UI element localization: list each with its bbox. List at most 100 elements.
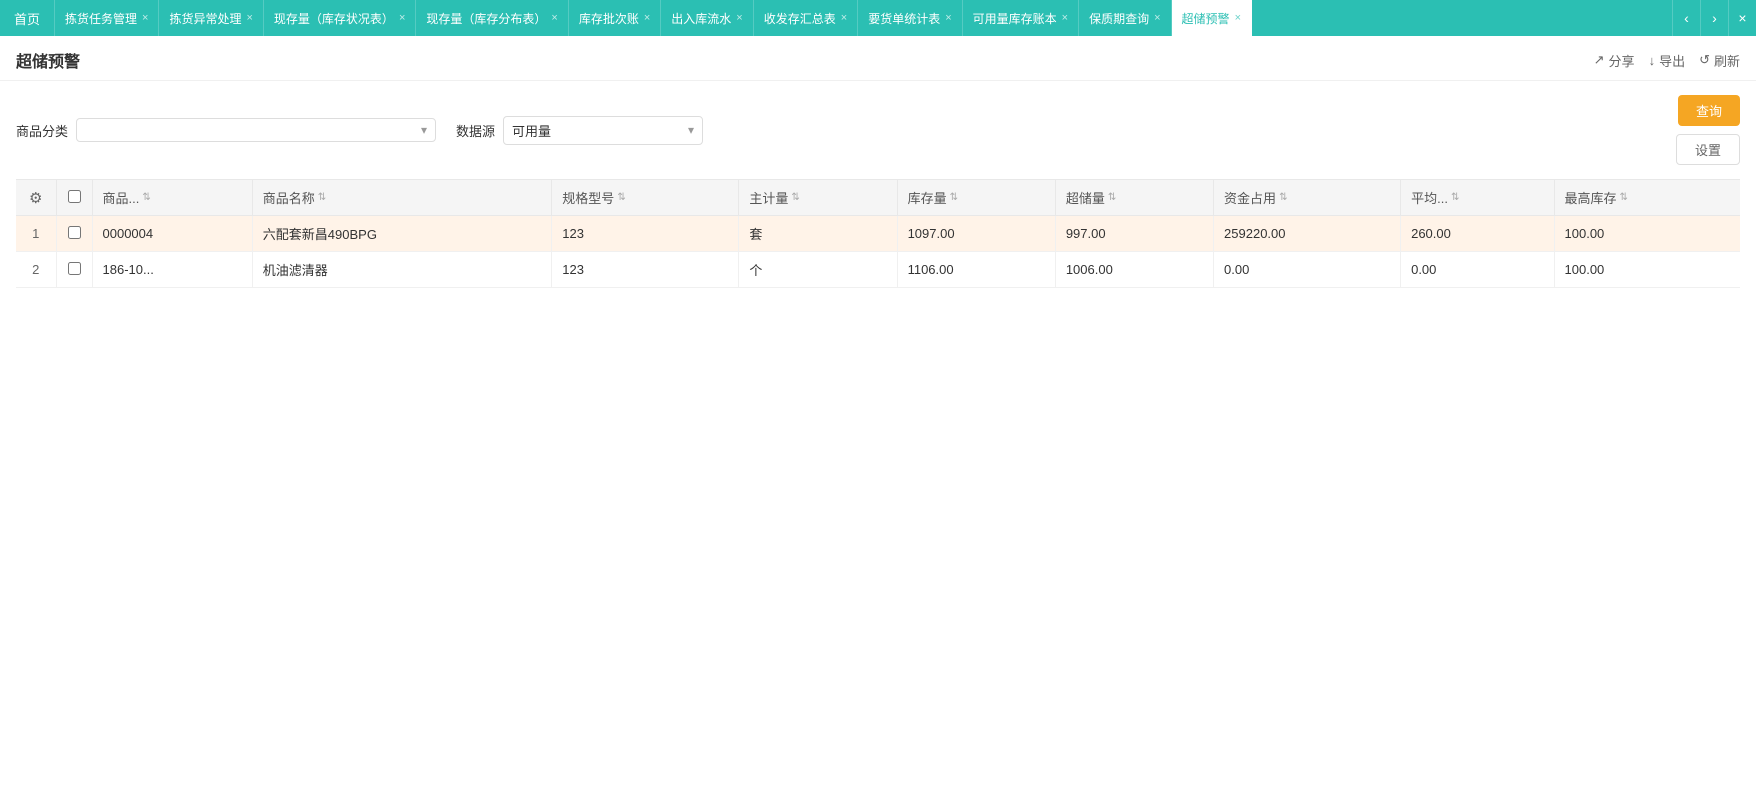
filter-area: 商品分类 ▾ 数据源 可用量 ▾ 查询 设置 xyxy=(0,81,1756,179)
th-overstock[interactable]: 超储量 ⇅ xyxy=(1055,180,1213,216)
nav-tab-close-icon[interactable]: × xyxy=(399,12,405,24)
settings-button[interactable]: 设置 xyxy=(1676,134,1740,165)
row-index: 2 xyxy=(16,252,56,288)
nav-tab-tab-4[interactable]: 现存量（库存分布表）× xyxy=(416,0,568,36)
th-capital[interactable]: 资金占用 ⇅ xyxy=(1214,180,1401,216)
datasource-select[interactable]: 可用量 ▾ xyxy=(503,116,703,145)
row-unit: 套 xyxy=(739,216,897,252)
row-capital: 0.00 xyxy=(1214,252,1401,288)
sort-unit-icon: ⇅ xyxy=(791,192,799,203)
sort-inventory-icon: ⇅ xyxy=(950,192,958,203)
refresh-label: 刷新 xyxy=(1714,51,1740,70)
sort-spec-icon: ⇅ xyxy=(617,192,625,203)
nav-tab-close-icon[interactable]: × xyxy=(1235,12,1241,24)
nav-tab-label: 出入库流水 xyxy=(671,10,731,27)
th-product-name[interactable]: 商品名称 ⇅ xyxy=(252,180,552,216)
row-checkbox-cell xyxy=(56,252,92,288)
gear-icon[interactable]: ⚙ xyxy=(29,190,42,207)
page-title: 超储预警 xyxy=(16,48,80,72)
row-product-code: 186-10... xyxy=(92,252,252,288)
query-button[interactable]: 查询 xyxy=(1678,95,1740,126)
row-inventory: 1106.00 xyxy=(897,252,1055,288)
table-container: ⚙ 商品... ⇅ 商品名称 ⇅ xyxy=(0,179,1756,288)
sort-overstock-icon: ⇅ xyxy=(1108,192,1116,203)
datasource-dropdown-icon: ▾ xyxy=(688,123,694,137)
row-inventory: 1097.00 xyxy=(897,216,1055,252)
nav-tab-close-icon[interactable]: × xyxy=(1154,12,1160,24)
row-product-code: 0000004 xyxy=(92,216,252,252)
row-checkbox[interactable] xyxy=(68,226,81,239)
refresh-button[interactable]: ↺ 刷新 xyxy=(1699,51,1740,70)
th-max[interactable]: 最高库存 ⇅ xyxy=(1554,180,1740,216)
nav-arrow-more[interactable]: × xyxy=(1728,0,1756,36)
nav-arrow-left[interactable]: ‹ xyxy=(1672,0,1700,36)
page-header: 超储预警 ↗ 分享 ↓ 导出 ↺ 刷新 xyxy=(0,36,1756,81)
nav-tab-close-icon[interactable]: × xyxy=(551,12,557,24)
nav-tab-tab-10[interactable]: 保质期查询 × xyxy=(1079,0,1171,36)
nav-tab-label: 要货单统计表 xyxy=(868,10,940,27)
nav-home[interactable]: 首页 xyxy=(0,0,55,36)
nav-tab-label: 拣货异常处理 xyxy=(169,10,241,27)
datasource-value: 可用量 xyxy=(512,121,551,140)
row-max-inventory: 100.00 xyxy=(1554,252,1740,288)
row-max-inventory: 100.00 xyxy=(1554,216,1740,252)
th-product-code[interactable]: 商品... ⇅ xyxy=(92,180,252,216)
nav-tabs: 拣货任务管理×拣货异常处理×现存量（库存状况表）×现存量（库存分布表）×库存批次… xyxy=(55,0,1252,36)
nav-tab-tab-8[interactable]: 要货单统计表 × xyxy=(858,0,962,36)
row-checkbox-cell xyxy=(56,216,92,252)
category-label: 商品分类 xyxy=(16,121,68,140)
header-actions: ↗ 分享 ↓ 导出 ↺ 刷新 xyxy=(1594,51,1740,70)
th-inventory[interactable]: 库存量 ⇅ xyxy=(897,180,1055,216)
nav-tab-close-icon[interactable]: × xyxy=(1062,12,1068,24)
nav-tab-label: 超储预警 xyxy=(1182,10,1230,27)
nav-tab-tab-7[interactable]: 收发存汇总表× xyxy=(754,0,858,36)
export-label: 导出 xyxy=(1659,51,1685,70)
row-unit: 个 xyxy=(739,252,897,288)
filter-right-actions: 查询 设置 xyxy=(1676,95,1740,165)
th-spec[interactable]: 规格型号 ⇅ xyxy=(552,180,739,216)
nav-tab-label: 拣货任务管理 xyxy=(65,10,137,27)
sort-capital-icon: ⇅ xyxy=(1279,192,1287,203)
nav-tab-tab-6[interactable]: 出入库流水 × xyxy=(661,0,753,36)
th-avg[interactable]: 平均... ⇅ xyxy=(1401,180,1554,216)
nav-tab-close-icon[interactable]: × xyxy=(246,12,252,24)
sort-avg-icon: ⇅ xyxy=(1451,192,1459,203)
share-button[interactable]: ↗ 分享 xyxy=(1594,51,1635,70)
select-all-checkbox[interactable] xyxy=(68,190,81,203)
table-row: 1 0000004 六配套新昌490BPG 123 套 1097.00 997.… xyxy=(16,216,1740,252)
nav-tab-label: 库存批次账 xyxy=(579,10,639,27)
nav-tab-label: 保质期查询 xyxy=(1089,10,1149,27)
filter-category-group: 商品分类 ▾ xyxy=(16,118,436,142)
category-select[interactable]: ▾ xyxy=(76,118,436,142)
nav-tab-close-icon[interactable]: × xyxy=(142,12,148,24)
share-icon: ↗ xyxy=(1594,52,1605,68)
nav-tab-label: 现存量（库存状况表） xyxy=(274,10,394,27)
export-button[interactable]: ↓ 导出 xyxy=(1649,51,1686,70)
row-index: 1 xyxy=(16,216,56,252)
row-checkbox[interactable] xyxy=(68,262,81,275)
row-spec: 123 xyxy=(552,252,739,288)
filter-datasource-group: 数据源 可用量 ▾ xyxy=(456,116,703,145)
th-unit[interactable]: 主计量 ⇅ xyxy=(739,180,897,216)
nav-tab-close-icon[interactable]: × xyxy=(644,12,650,24)
nav-tab-tab-1[interactable]: 拣货任务管理 × xyxy=(55,0,159,36)
row-product-name: 六配套新昌490BPG xyxy=(252,216,552,252)
nav-arrow-right[interactable]: › xyxy=(1700,0,1728,36)
nav-tab-tab-2[interactable]: 拣货异常处理 × xyxy=(159,0,263,36)
row-overstock: 1006.00 xyxy=(1055,252,1213,288)
data-table: ⚙ 商品... ⇅ 商品名称 ⇅ xyxy=(16,179,1740,288)
row-spec: 123 xyxy=(552,216,739,252)
nav-tab-tab-11[interactable]: 超储预警 × xyxy=(1172,0,1252,36)
nav-tab-tab-9[interactable]: 可用量库存账本× xyxy=(963,0,1079,36)
th-gear: ⚙ xyxy=(16,180,56,216)
sort-product-code-icon: ⇅ xyxy=(142,192,150,203)
sort-max-icon: ⇅ xyxy=(1620,192,1628,203)
nav-tab-close-icon[interactable]: × xyxy=(736,12,742,24)
top-navigation: 首页 拣货任务管理×拣货异常处理×现存量（库存状况表）×现存量（库存分布表）×库… xyxy=(0,0,1756,36)
nav-tab-tab-5[interactable]: 库存批次账 × xyxy=(569,0,661,36)
row-avg: 260.00 xyxy=(1401,216,1554,252)
nav-tab-tab-3[interactable]: 现存量（库存状况表） × xyxy=(264,0,416,36)
table-row: 2 186-10... 机油滤清器 123 个 1106.00 1006.00 … xyxy=(16,252,1740,288)
nav-tab-close-icon[interactable]: × xyxy=(945,12,951,24)
nav-tab-close-icon[interactable]: × xyxy=(841,12,847,24)
